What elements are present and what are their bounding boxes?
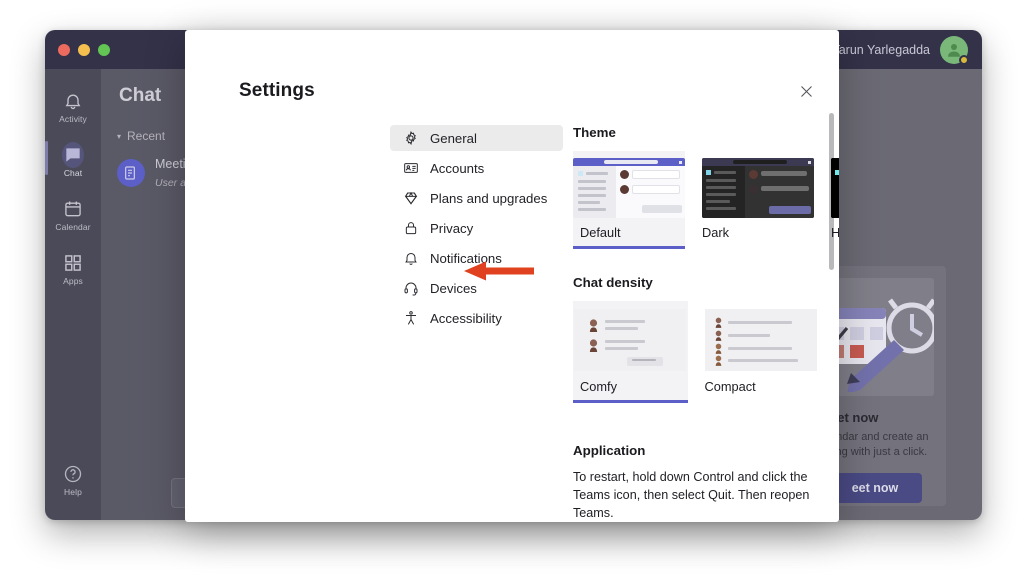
- settings-nav-item-notifications[interactable]: Notifications: [390, 245, 563, 271]
- bell-icon: [62, 90, 84, 112]
- application-description: To restart, hold down Control and click …: [573, 470, 810, 520]
- close-icon: [800, 85, 812, 97]
- dialog-title: Settings: [239, 80, 315, 101]
- close-light[interactable]: [58, 43, 70, 56]
- settings-nav-label: Accounts: [430, 160, 485, 176]
- settings-nav-label: Notifications: [430, 250, 502, 266]
- theme-option-label: High contrast: [831, 225, 839, 240]
- chat-density-option-compact[interactable]: Compact: [704, 301, 820, 403]
- chat-bubble-icon: [62, 142, 84, 168]
- meet-now-card: eet now endar and create an ting with ju…: [826, 266, 946, 506]
- chat-density-preview-compact: [704, 309, 817, 371]
- active-indicator: [45, 141, 48, 175]
- chat-density-heading: Chat density: [573, 275, 653, 290]
- calendar-icon: [62, 198, 84, 220]
- settings-nav-item-accessibility[interactable]: Accessibility: [390, 305, 563, 331]
- settings-nav-item-plans-and-upgrades[interactable]: Plans and upgrades: [390, 185, 563, 211]
- theme-heading: Theme: [573, 125, 616, 140]
- user-name-label: Tarun Yarlegadda: [832, 42, 930, 57]
- app-rail: Activity Chat Calendar Apps Help: [45, 69, 101, 520]
- settings-content: Theme Default Dark H Chat density Comfy …: [573, 125, 839, 522]
- macos-traffic-lights[interactable]: [45, 43, 110, 56]
- sidebar-item-label: Chat: [63, 168, 83, 178]
- accessibility-person-icon: [402, 310, 419, 327]
- question-circle-icon: [62, 463, 84, 485]
- id-card-icon: [402, 160, 419, 177]
- chat-density-options: Comfy Compact: [573, 301, 819, 403]
- theme-preview-dark: [702, 158, 814, 218]
- chat-density-preview-comfy: [574, 309, 687, 371]
- close-button[interactable]: [791, 76, 821, 106]
- theme-option-dark[interactable]: Dark: [702, 151, 814, 249]
- meet-now-button[interactable]: eet now: [828, 472, 922, 503]
- grid-apps-icon: [62, 252, 84, 274]
- sidebar-item-label: Help: [64, 487, 82, 497]
- chevron-down-icon: ▾: [117, 131, 122, 141]
- screenshot-stage: Tarun Yarlegadda Activity Chat Calendar …: [0, 0, 1024, 581]
- diamond-icon: [402, 190, 419, 207]
- meeting-notes-icon: [117, 159, 145, 187]
- sidebar-item-activity[interactable]: Activity: [45, 83, 101, 131]
- theme-option-label: Dark: [702, 225, 730, 240]
- settings-nav-label: Devices: [430, 280, 477, 296]
- minimize-light[interactable]: [78, 43, 90, 56]
- settings-nav-label: Privacy: [430, 220, 474, 236]
- settings-nav: General Accounts Plans and upgrades Priv…: [390, 125, 563, 335]
- theme-option-default[interactable]: Default: [573, 151, 685, 249]
- avatar[interactable]: [940, 35, 969, 65]
- application-heading: Application: [573, 443, 646, 458]
- settings-nav-item-privacy[interactable]: Privacy: [390, 215, 563, 241]
- theme-options: Default Dark H: [573, 151, 839, 249]
- chat-density-option-comfy[interactable]: Comfy: [573, 301, 688, 403]
- status-badge: [959, 54, 969, 65]
- settings-nav-label: General: [430, 130, 477, 146]
- application-section: Application To restart, hold down Contro…: [573, 443, 819, 522]
- sidebar-item-label: Activity: [59, 114, 87, 124]
- theme-preview-default: [573, 158, 685, 218]
- settings-nav-item-accounts[interactable]: Accounts: [390, 155, 563, 181]
- chat-density-option-label: Compact: [704, 379, 756, 394]
- sidebar-item-label: Calendar: [55, 222, 91, 232]
- bell-icon: [402, 250, 419, 267]
- theme-option-label: Default: [580, 225, 621, 240]
- zoom-light[interactable]: [98, 43, 110, 56]
- theme-option-high-contrast[interactable]: High contrast: [831, 151, 839, 249]
- sidebar-item-help[interactable]: Help: [45, 456, 101, 504]
- chat-density-option-label: Comfy: [580, 379, 617, 394]
- calendar-clock-pen-illustration: [838, 278, 934, 396]
- titlebar-user[interactable]: Tarun Yarlegadda: [832, 30, 969, 69]
- sidebar-item-label: Apps: [63, 276, 83, 286]
- settings-nav-label: Accessibility: [430, 310, 502, 326]
- recent-label: Recent: [127, 129, 166, 143]
- settings-nav-item-devices[interactable]: Devices: [390, 275, 563, 301]
- theme-preview-high-contrast: [831, 158, 839, 218]
- lock-icon: [402, 220, 419, 237]
- meet-card-description: endar and create an ting with just a cli…: [830, 431, 929, 458]
- settings-nav-item-general[interactable]: General: [390, 125, 563, 151]
- sidebar-item-chat[interactable]: Chat: [45, 137, 101, 185]
- gear-icon: [402, 130, 419, 147]
- settings-dialog: Settings General Accounts Plans and upgr…: [185, 30, 839, 522]
- settings-nav-label: Plans and upgrades: [430, 190, 548, 206]
- meet-card-title: eet now: [830, 410, 879, 425]
- sidebar-item-calendar[interactable]: Calendar: [45, 191, 101, 239]
- sidebar-item-apps[interactable]: Apps: [45, 245, 101, 293]
- headset-icon: [402, 280, 419, 297]
